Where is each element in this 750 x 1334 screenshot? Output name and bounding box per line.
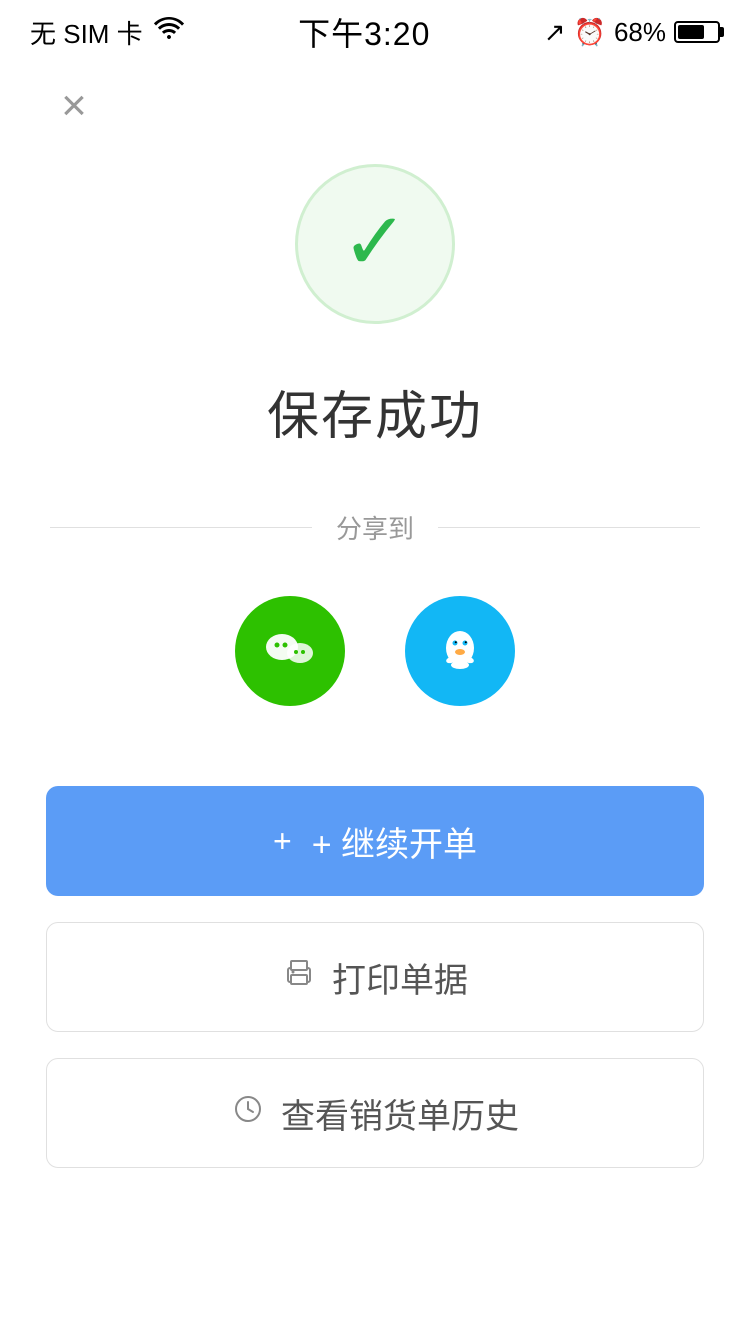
continue-button[interactable]: + + 继续开单 [46,786,704,896]
divider-line-left [50,527,312,528]
success-circle: ✓ [295,164,455,324]
qq-share-button[interactable] [405,596,515,706]
share-divider: 分享到 [0,509,750,546]
share-label: 分享到 [312,509,438,546]
wechat-share-button[interactable] [235,596,345,706]
print-label: 打印单据 [332,953,468,1002]
history-label: 查看销货单历史 [281,1089,519,1138]
success-title: 保存成功 [267,374,483,449]
battery-percent: 68% [614,17,666,48]
continue-label: + 继续开单 [312,817,477,866]
close-button[interactable]: × [44,76,104,136]
buttons-section: + + 继续开单 打印单据 查看销货单历 [0,786,750,1168]
status-right: ↗ ⏰ 68% [544,17,720,48]
divider-line-right [438,527,700,528]
no-sim-text: 无 SIM 卡 [30,14,143,51]
wifi-icon [153,17,185,48]
history-icon [231,1092,265,1135]
main-content: ✓ 保存成功 分享到 [0,64,750,1168]
status-time: 下午3:20 [298,9,430,55]
alarm-icon: ⏰ [574,17,606,48]
plus-icon: + [273,823,292,860]
battery-icon [674,21,720,43]
status-bar: 无 SIM 卡 下午3:20 ↗ ⏰ 68% [0,0,750,64]
share-icons [235,596,515,706]
checkmark-icon: ✓ [341,202,408,282]
close-icon: × [61,84,87,128]
print-button[interactable]: 打印单据 [46,922,704,1032]
location-icon: ↗ [544,17,566,48]
print-icon [282,956,316,999]
history-button[interactable]: 查看销货单历史 [46,1058,704,1168]
status-left: 无 SIM 卡 [30,14,185,51]
